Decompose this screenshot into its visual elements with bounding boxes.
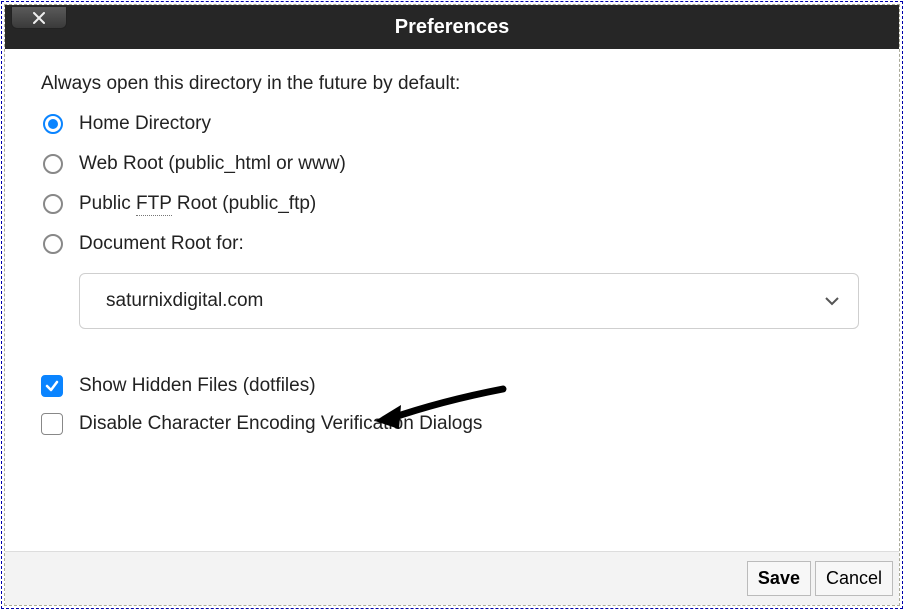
check-row-show-hidden[interactable]: Show Hidden Files (dotfiles) [41,375,873,397]
dialog-titlebar: Preferences [5,5,899,49]
default-directory-radio-group: Home Directory Web Root (public_html or … [43,113,873,329]
default-directory-prompt: Always open this directory in the future… [41,73,873,95]
radio-label: Public FTP Root (public_ftp) [79,193,316,215]
radio-label: Web Root (public_html or www) [79,153,346,175]
radio-row-home[interactable]: Home Directory [43,113,873,135]
checkbox-show-hidden[interactable] [41,375,63,397]
chevron-down-icon [824,293,840,309]
dialog-title: Preferences [395,16,510,39]
checkbox-label: Show Hidden Files (dotfiles) [79,375,316,397]
check-row-disable-encoding[interactable]: Disable Character Encoding Verification … [41,413,873,435]
preferences-dialog: Preferences Always open this directory i… [4,4,900,606]
radio-publicftp[interactable] [43,194,63,214]
radio-row-webroot[interactable]: Web Root (public_html or www) [43,153,873,175]
select-value: saturnixdigital.com [106,290,263,312]
check-icon [45,379,59,393]
radio-home[interactable] [43,114,63,134]
radio-label: Document Root for: [79,233,244,255]
dialog-content[interactable]: Always open this directory in the future… [5,49,899,551]
checkbox-label: Disable Character Encoding Verification … [79,413,482,435]
close-icon [33,12,45,24]
radio-row-publicftp[interactable]: Public FTP Root (public_ftp) [43,193,873,215]
radio-row-docroot[interactable]: Document Root for: [43,233,873,255]
save-button[interactable]: Save [747,561,811,596]
checkbox-disable-encoding[interactable] [41,413,63,435]
document-root-select[interactable]: saturnixdigital.com [79,273,859,329]
radio-webroot[interactable] [43,154,63,174]
cancel-button[interactable]: Cancel [815,561,893,596]
ftp-abbr: FTP [136,193,172,216]
radio-docroot[interactable] [43,234,63,254]
checkbox-group: Show Hidden Files (dotfiles) Disable Cha… [41,375,873,435]
radio-label: Home Directory [79,113,211,135]
dialog-footer: Save Cancel [5,551,899,605]
close-button[interactable] [11,7,67,29]
